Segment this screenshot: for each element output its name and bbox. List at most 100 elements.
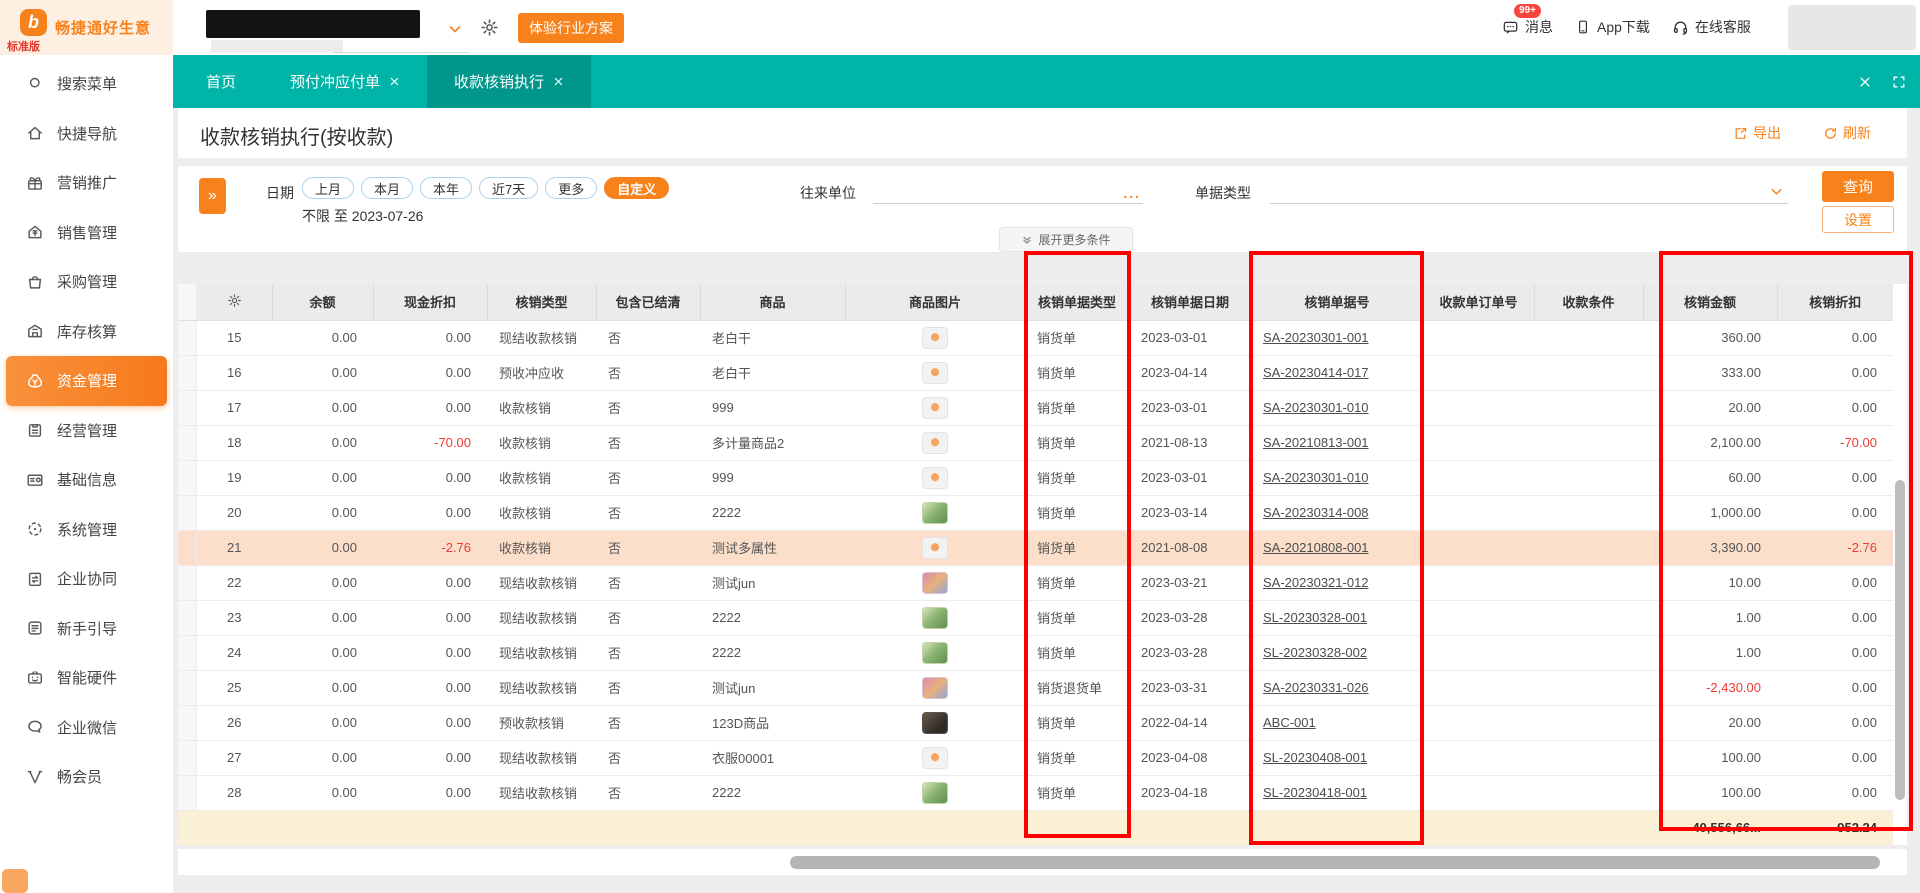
cell-amount: 100.00 [1643,740,1777,776]
close-icon[interactable] [1858,75,1872,89]
cell-gutter [178,530,197,566]
doc-number-link[interactable]: SL-20230408-001 [1263,750,1367,765]
column-header-product: 商品 [700,284,846,321]
column-settings-gear-icon[interactable] [227,293,242,308]
cell-discount: 0.00 [1777,740,1893,776]
tab-home[interactable]: 首页 [179,55,263,108]
cell-product_image [845,425,1025,461]
column-header-doc_no: 核销单据号 [1251,284,1424,321]
partner-picker-button[interactable]: ... [1123,185,1141,201]
date-range-last-7-days[interactable]: 近7天 [479,177,539,199]
sidebar-item-marketing[interactable]: 营销推广 [0,158,173,208]
cell-cash_discount: 0.00 [373,355,487,391]
summary-empty-cell [272,809,373,845]
sidebar-item-purchase[interactable]: 采购管理 [0,257,173,307]
doc-number-link[interactable]: SA-20210808-001 [1263,540,1369,555]
date-range-more[interactable]: 更多 [545,177,598,199]
table-row[interactable]: 17 0.00 0.00 收款核销否 999 销货单 2023-03-01 SA-202303… [178,390,1893,426]
table-row[interactable]: 28 0.00 0.00 现结收款核销否 2222 销货单 2023-04-18 SL-202… [178,775,1893,811]
sidebar-item-member[interactable]: 畅会员 [0,752,173,802]
cell-include_settled: 否 [596,530,700,566]
table-row[interactable]: 23 0.00 0.00 现结收款核销否 2222 销货单 2023-03-28 SL-202… [178,600,1893,636]
doc-type-select[interactable] [1270,178,1788,204]
column-header-product_image: 商品图片 [845,284,1026,321]
table-row[interactable]: 20 0.00 0.00 收款核销否 2222 销货单 2023-03-14 SA-20230… [178,495,1893,531]
doc-number-link[interactable]: SA-20210813-001 [1263,435,1369,450]
fullscreen-icon[interactable] [1892,75,1906,89]
messages-button[interactable]: 消息 99+ [1502,4,1553,37]
table-row[interactable]: 22 0.00 0.00 现结收款核销否测试jun 销货单 2023-03-21 SA-20… [178,565,1893,601]
tab-close-icon[interactable] [553,76,564,87]
doc-number-link[interactable]: ABC-001 [1263,715,1316,730]
member-v-icon [26,768,44,786]
sidebar-item-search-menu[interactable]: 搜索菜单 [0,59,173,109]
tab-prepay-writeoff[interactable]: 预付冲应付单 [263,55,427,108]
cell-gutter [178,635,197,671]
doc-number-link[interactable]: SA-20230301-010 [1263,400,1369,415]
sidebar-item-sales[interactable]: 销售管理 [0,208,173,258]
sidebar-item-smart-hardware[interactable]: 智能硬件 [0,653,173,703]
doc-number-link[interactable]: SL-20230328-002 [1263,645,1367,660]
cell-rownum: 23 [196,600,272,636]
expand-more-conditions[interactable]: 展开更多条件 [999,227,1133,252]
floating-button-fragment[interactable] [2,869,28,893]
trial-plan-button[interactable]: 体验行业方案 [518,13,624,43]
doc-number-link[interactable]: SA-20230321-012 [1263,575,1369,590]
partner-input[interactable]: ... [873,178,1143,204]
cell-discount: 0.00 [1777,565,1893,601]
export-button[interactable]: 导出 [1733,123,1781,143]
vertical-scrollbar[interactable] [1895,480,1905,800]
sidebar-item-operations[interactable]: 经营管理 [0,406,173,456]
refresh-button[interactable]: 刷新 [1823,123,1871,143]
cell-verify_type: 现结收款核销 [487,740,596,776]
cell-product: 衣服00001 [700,740,845,776]
table-row[interactable]: 15 0.00 0.00 现结收款核销否老白干 销货单 2023-03-01 SA-2023… [178,320,1893,356]
table-row[interactable]: 24 0.00 0.00 现结收款核销否 2222 销货单 2023-03-28 SL-202… [178,635,1893,671]
sidebar-item-inventory[interactable]: 库存核算 [0,307,173,357]
app-download-button[interactable]: App下载 [1575,17,1650,37]
doc-number-link[interactable]: SL-20230418-001 [1263,785,1367,800]
date-range-custom[interactable]: 自定义 [604,177,670,199]
doc-number-link[interactable]: SA-20230331-026 [1263,680,1369,695]
settings-button[interactable]: 设置 [1822,206,1894,233]
gear-icon[interactable] [480,18,499,37]
refresh-icon [1823,126,1838,141]
online-service-button[interactable]: 在线客服 [1672,17,1751,37]
sidebar-item-funds[interactable]: 资金管理 [6,356,167,406]
table-row[interactable]: 21 0.00 -2.76 收款核销否测试多属性 销货单 2021-08-08 SA-202… [178,530,1893,566]
cell-doc_date: 2023-04-08 [1129,740,1251,776]
cell-order_no [1423,460,1534,496]
table-row[interactable]: 19 0.00 0.00 收款核销否 999 销货单 2023-03-01 SA-202303… [178,460,1893,496]
table-row[interactable]: 18 0.00 -70.00 收款核销否多计量商品2 销货单 2021-08-13 SA-2… [178,425,1893,461]
chevron-down-icon[interactable] [447,21,463,37]
doc-number-link[interactable]: SL-20230328-001 [1263,610,1367,625]
sidebar-item-system[interactable]: 系统管理 [0,505,173,555]
cell-verify_type: 预收冲应收 [487,355,596,391]
sidebar-item-beginner-guide[interactable]: 新手引导 [0,604,173,654]
tab-receipt-writeoff[interactable]: 收款核销执行 [427,55,592,108]
cell-include_settled: 否 [596,775,700,811]
tab-close-icon[interactable] [389,76,400,87]
collapse-filters-toggle[interactable]: » [199,178,226,214]
date-range-this-month[interactable]: 本月 [361,177,414,199]
table-row[interactable]: 25 0.00 0.00 现结收款核销否测试jun 销货退货单 2023-03-31 SA-… [178,670,1893,706]
date-range-this-year[interactable]: 本年 [420,177,473,199]
doc-number-link[interactable]: SA-20230301-010 [1263,470,1369,485]
brand-name: 畅捷通好生意 [55,20,152,37]
table-row[interactable]: 16 0.00 0.00 预收冲应收否老白干 销货单 2023-04-14 SA-20230… [178,355,1893,391]
doc-number-link[interactable]: SA-20230301-001 [1263,330,1369,345]
sidebar-item-quick-nav[interactable]: 快捷导航 [0,109,173,159]
date-range-last-month[interactable]: 上月 [302,177,355,199]
doc-number-link[interactable]: SA-20230414-017 [1263,365,1369,380]
horizontal-scrollbar[interactable] [790,856,1880,869]
sidebar-item-wecom[interactable]: 企业微信 [0,703,173,753]
doc-number-link[interactable]: SA-20230314-008 [1263,505,1369,520]
sidebar-item-collaboration[interactable]: 企业协同 [0,554,173,604]
cell-cash_discount: 0.00 [373,495,487,531]
cell-balance: 0.00 [272,740,373,776]
query-button[interactable]: 查询 [1822,171,1894,202]
table-row[interactable]: 27 0.00 0.00 现结收款核销否衣服00001 销货单 2023-04-08 SL-… [178,740,1893,776]
sidebar-item-basic-info[interactable]: 基础信息 [0,455,173,505]
doc-type-filter-label: 单据类型 [1195,185,1251,201]
table-row[interactable]: 26 0.00 0.00 预收款核销否 123D商品 销货单 2022-04-14 ABC-0… [178,705,1893,741]
